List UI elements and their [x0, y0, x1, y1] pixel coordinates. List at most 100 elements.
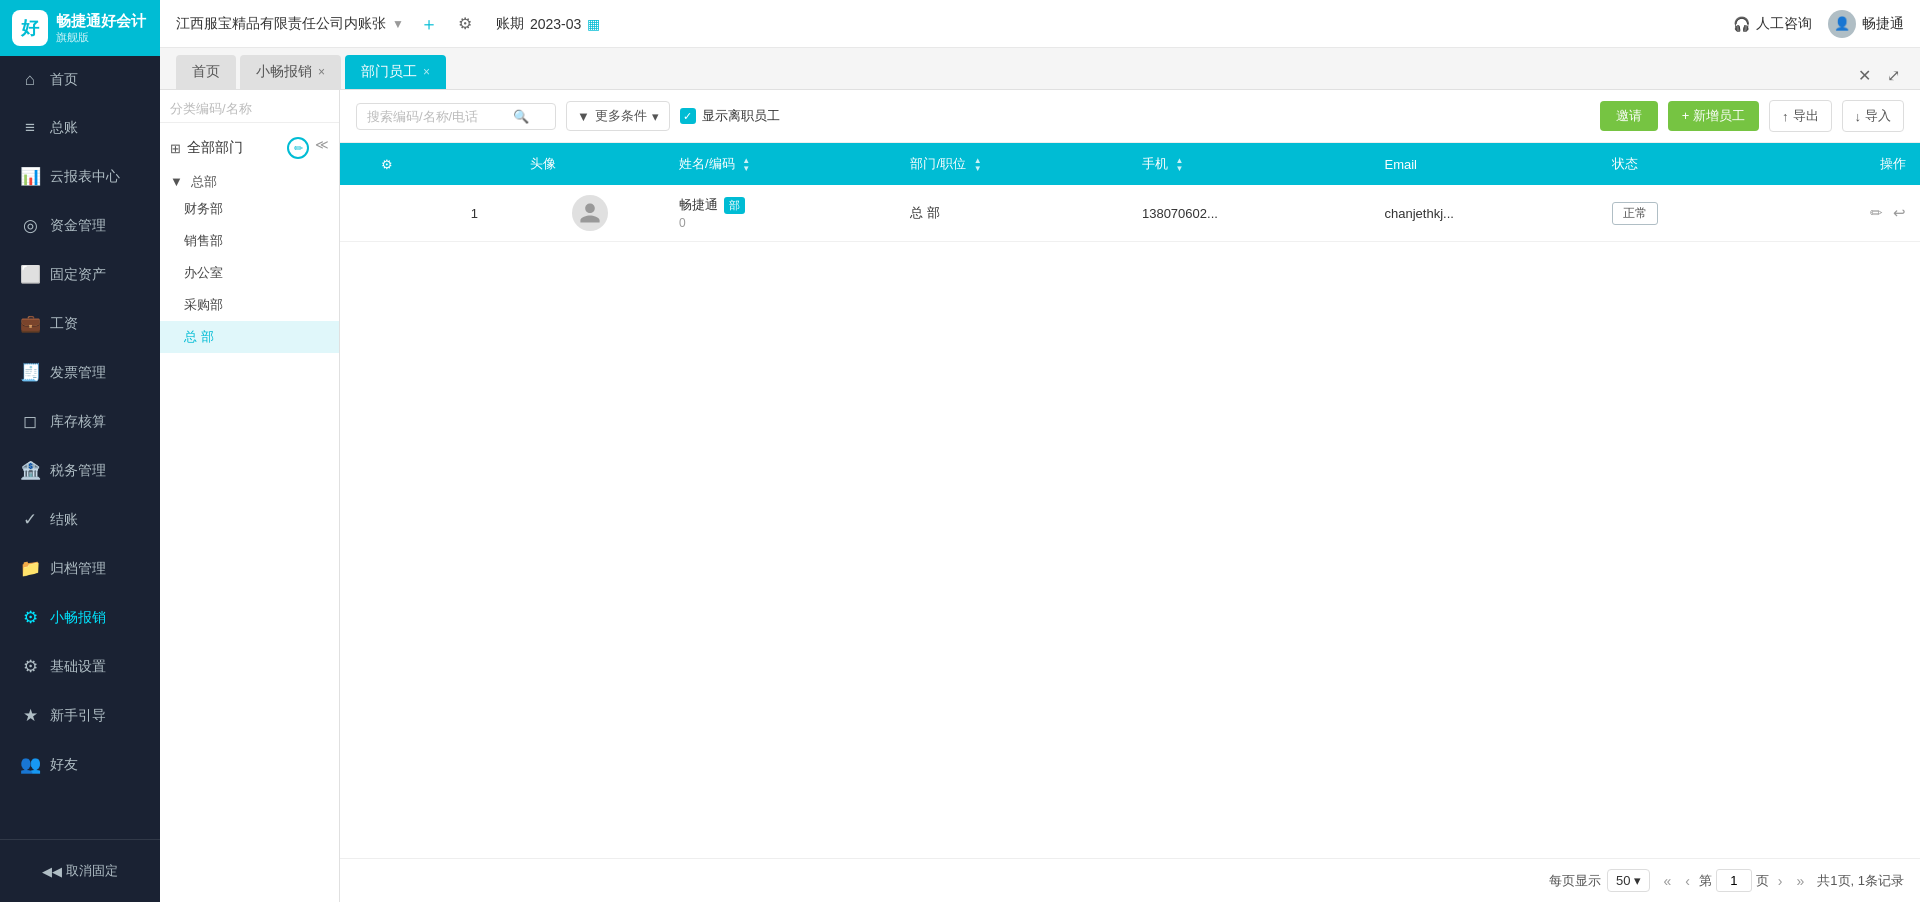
toolbar-right: 邀请 + 新增员工 ↑ 导出 ↓ 导入	[1600, 100, 1904, 132]
dept-item-general-dept[interactable]: 总 部	[160, 321, 339, 353]
avatar-circle	[572, 195, 608, 231]
sidebar-item-cloud-reports[interactable]: 📊 云报表中心	[0, 152, 160, 201]
cancel-fixed-label: 取消固定	[66, 862, 118, 880]
sidebar-item-expense[interactable]: ⚙ 小畅报销	[0, 593, 160, 642]
row-name-code: 畅捷通 部 0	[665, 185, 896, 242]
dept-tree: ⊞ 全部部门 ✏ ≪ ▼ 总部 财务部 销售部	[160, 123, 339, 902]
sidebar-item-label: 资金管理	[50, 217, 106, 235]
dept-edit-button[interactable]: ✏	[287, 137, 309, 159]
col-index	[433, 143, 515, 185]
chevron-down-icon: ▼	[392, 17, 404, 31]
sidebar-item-invoice[interactable]: 🧾 发票管理	[0, 348, 160, 397]
add-employee-button[interactable]: + 新增员工	[1668, 101, 1759, 131]
sidebar-item-tax[interactable]: 🏦 税务管理	[0, 446, 160, 495]
service-button[interactable]: 🎧 人工咨询	[1733, 15, 1812, 33]
edit-action-icon[interactable]: ✏	[1870, 204, 1883, 222]
col-name-code[interactable]: 姓名/编码 ▲▼	[665, 143, 896, 185]
tax-icon: 🏦	[20, 460, 40, 481]
guide-icon: ★	[20, 705, 40, 726]
right-toolbar: 🔍 ▼ 更多条件 ▾ ✓ 显示离职员工 邀请 + 新增员工	[340, 90, 1920, 143]
user-menu[interactable]: 👤 畅捷通	[1828, 10, 1904, 38]
sidebar-item-label: 总账	[50, 119, 78, 137]
invoice-icon: 🧾	[20, 362, 40, 383]
sidebar-item-label: 税务管理	[50, 462, 106, 480]
status-badge: 正常	[1612, 202, 1658, 225]
dept-search-input[interactable]	[170, 101, 338, 116]
tab-dept-label: 部门员工	[361, 63, 417, 81]
sidebar-item-guide[interactable]: ★ 新手引导	[0, 691, 160, 740]
export-icon: ↑	[1782, 109, 1789, 124]
settings-button[interactable]: ⚙	[454, 10, 476, 37]
col-phone[interactable]: 手机 ▲▼	[1128, 143, 1371, 185]
service-label: 人工咨询	[1756, 15, 1812, 33]
tab-dept-employee[interactable]: 部门员工 ×	[345, 55, 446, 89]
period-selector[interactable]: 账期 2023-03 ▦	[496, 15, 600, 33]
employee-search-box: 🔍	[356, 103, 556, 130]
employee-name: 畅捷通	[679, 196, 718, 214]
expand-arrow-icon: ▼	[170, 174, 183, 189]
tab-home[interactable]: 首页	[176, 55, 236, 89]
tab-expense[interactable]: 小畅报销 ×	[240, 55, 341, 89]
sidebar-item-basic-settings[interactable]: ⚙ 基础设置	[0, 642, 160, 691]
tab-dept-close[interactable]: ×	[423, 65, 430, 79]
close-tab-action[interactable]: ✕	[1854, 62, 1875, 89]
sidebar-item-archive[interactable]: 📁 归档管理	[0, 544, 160, 593]
show-resigned-label: 显示离职员工	[702, 107, 780, 125]
sidebar-logo[interactable]: 好 畅捷通好会计 旗舰版	[0, 0, 160, 56]
invite-button[interactable]: 邀请	[1600, 101, 1658, 131]
per-page-select: 每页显示 50 ▾	[1549, 869, 1650, 892]
next-page-button[interactable]: ›	[1773, 871, 1788, 891]
sidebar-item-label: 固定资产	[50, 266, 106, 284]
tab-expense-close[interactable]: ×	[318, 65, 325, 79]
sidebar-item-fund-management[interactable]: ◎ 资金管理	[0, 201, 160, 250]
total-info: 共1页, 1条记录	[1817, 872, 1904, 890]
col-email: Email	[1371, 143, 1598, 185]
show-resigned-toggle[interactable]: ✓ 显示离职员工	[680, 107, 780, 125]
resigned-checkbox[interactable]: ✓	[680, 108, 696, 124]
employee-code: 0	[679, 216, 882, 230]
contacts-icon: 👥	[20, 754, 40, 775]
all-dept-row[interactable]: ⊞ 全部部门 ✏ ≪	[160, 129, 339, 167]
company-selector[interactable]: 江西服宝精品有限责任公司内账张 ▼	[176, 15, 404, 33]
sidebar-item-fixed-assets[interactable]: ⬜ 固定资产	[0, 250, 160, 299]
employee-search-input[interactable]	[367, 109, 507, 124]
fixed-assets-icon: ⬜	[20, 264, 40, 285]
sidebar-item-inventory[interactable]: ◻ 库存核算	[0, 397, 160, 446]
expand-tab-action[interactable]: ⤢	[1883, 62, 1904, 89]
page-suffix-label: 页	[1756, 872, 1769, 890]
per-page-dropdown[interactable]: 50 ▾	[1607, 869, 1650, 892]
tabs-bar: 首页 小畅报销 × 部门员工 × ✕ ⤢	[160, 48, 1920, 90]
export-button[interactable]: ↑ 导出	[1769, 100, 1832, 132]
sidebar-item-label: 好友	[50, 756, 78, 774]
import-button[interactable]: ↓ 导入	[1842, 100, 1905, 132]
import-icon: ↓	[1855, 109, 1862, 124]
col-gear[interactable]: ⚙	[340, 143, 433, 185]
sidebar-item-checkout[interactable]: ✓ 结账	[0, 495, 160, 544]
row-index: 1	[433, 185, 515, 242]
logout-action-icon[interactable]: ↩	[1893, 204, 1906, 222]
dept-section-label[interactable]: ▼ 总部	[160, 167, 339, 193]
sidebar-item-contacts[interactable]: 👥 好友	[0, 740, 160, 789]
col-dept[interactable]: 部门/职位 ▲▼	[896, 143, 1127, 185]
sidebar-item-home[interactable]: ⌂ 首页	[0, 56, 160, 104]
first-page-button[interactable]: «	[1658, 871, 1676, 891]
prev-page-button[interactable]: ‹	[1680, 871, 1695, 891]
sidebar-item-general-ledger[interactable]: ≡ 总账	[0, 104, 160, 152]
dept-item-finance[interactable]: 财务部	[160, 193, 339, 225]
per-page-value: 50	[1616, 873, 1630, 888]
search-icon[interactable]: 🔍	[513, 109, 529, 124]
current-page-input[interactable]	[1716, 869, 1752, 892]
dept-item-sales[interactable]: 销售部	[160, 225, 339, 257]
cancel-fixed-button[interactable]: ◀◀ 取消固定	[0, 852, 160, 890]
dept-collapse-button[interactable]: ≪	[315, 137, 329, 159]
sidebar-item-label: 库存核算	[50, 413, 106, 431]
chevron-down-icon: ▾	[652, 109, 659, 124]
dept-item-office[interactable]: 办公室	[160, 257, 339, 289]
sidebar-item-label: 首页	[50, 71, 78, 89]
dept-item-procurement[interactable]: 采购部	[160, 289, 339, 321]
filter-button[interactable]: ▼ 更多条件 ▾	[566, 101, 670, 131]
col-avatar: 头像	[516, 143, 665, 185]
last-page-button[interactable]: »	[1792, 871, 1810, 891]
sidebar-item-salary[interactable]: 💼 工资	[0, 299, 160, 348]
add-tab-button[interactable]: ＋	[416, 8, 442, 40]
